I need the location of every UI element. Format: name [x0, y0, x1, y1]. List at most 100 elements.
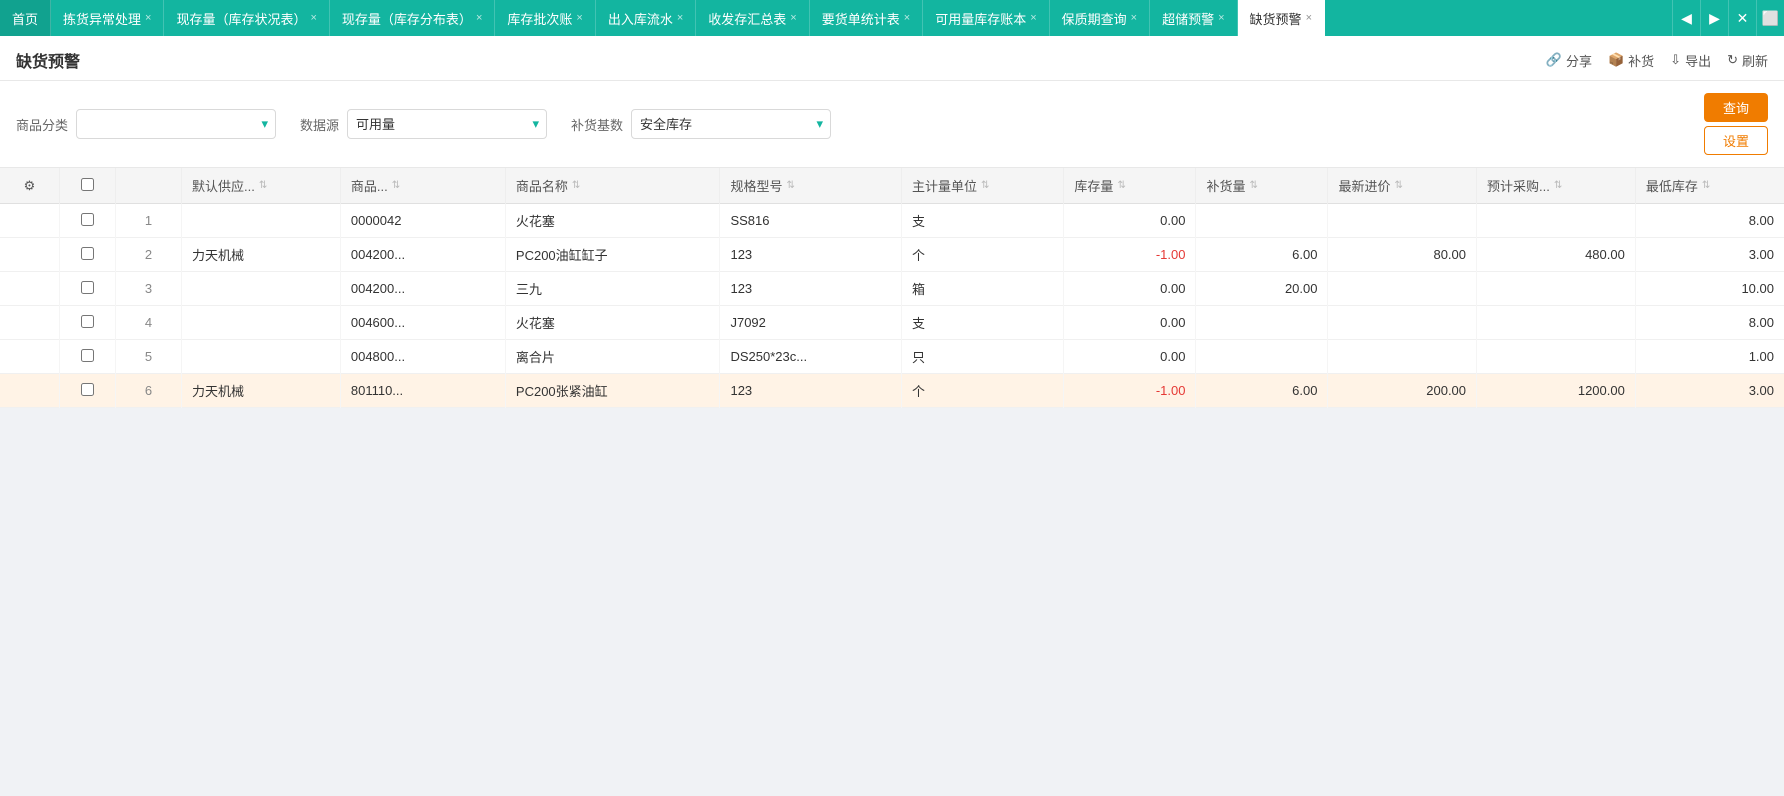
table-row[interactable]: 5 004800... 离合片 DS250*23c... 只 0.00 1.00 [0, 340, 1784, 374]
th-forecast[interactable]: 预计采购... ⇅ [1477, 168, 1636, 204]
table-row[interactable]: 4 004600... 火花塞 J7092 支 0.00 8.00 [0, 306, 1784, 340]
row-checkbox[interactable] [81, 213, 94, 226]
row-lastprice-cell [1328, 272, 1477, 306]
export-label: 导出 [1685, 51, 1711, 70]
row-checkbox[interactable] [81, 349, 94, 362]
tab-next-button[interactable]: ▶ [1700, 0, 1728, 36]
row-num-cell: 1 [116, 204, 182, 238]
th-unit[interactable]: 主计量单位 ⇅ [902, 168, 1064, 204]
datasource-select[interactable]: 可用量 [347, 109, 547, 139]
row-checkbox[interactable] [81, 247, 94, 260]
tab-collect[interactable]: 收发存汇总表 × [696, 0, 809, 36]
tab-flow-close[interactable]: × [677, 12, 683, 24]
tab-maximize-button[interactable]: ⬜ [1756, 0, 1784, 36]
share-button[interactable]: 🔗 分享 [1546, 51, 1592, 70]
refresh-button[interactable]: ↻ 刷新 [1727, 51, 1768, 70]
row-stock-cell: -1.00 [1064, 374, 1196, 408]
tab-bar: 首页 拣货异常处理 × 现存量（库存状况表） × 现存量（库存分布表） × 库存… [0, 0, 1784, 36]
row-replenish-cell [1196, 204, 1328, 238]
row-checkbox[interactable] [81, 281, 94, 294]
page-title: 缺货预警 [16, 48, 80, 72]
row-goodsid-cell: 004800... [340, 340, 505, 374]
th-supplier[interactable]: 默认供应... ⇅ [182, 168, 341, 204]
th-gear[interactable]: ⚙ [0, 168, 59, 204]
tab-batch-account[interactable]: 库存批次账 × [495, 0, 595, 36]
row-spec-cell: SS816 [720, 204, 902, 238]
tab-collect-close[interactable]: × [790, 12, 796, 24]
th-stock-label: 库存量 [1074, 176, 1113, 195]
tab-flow[interactable]: 出入库流水 × [596, 0, 696, 36]
th-lastprice[interactable]: 最新进价 ⇅ [1328, 168, 1477, 204]
th-replenish[interactable]: 补货量 ⇅ [1196, 168, 1328, 204]
th-goodsid[interactable]: 商品... ⇅ [340, 168, 505, 204]
row-minstock-cell: 3.00 [1635, 374, 1784, 408]
row-checkbox-cell[interactable] [59, 340, 115, 374]
category-select[interactable] [76, 109, 276, 139]
table-row[interactable]: 2 力天机械 004200... PC200油缸缸子 123 个 -1.00 6… [0, 238, 1784, 272]
table-row[interactable]: 6 力天机械 801110... PC200张紧油缸 123 个 -1.00 6… [0, 374, 1784, 408]
export-icon: ⇩ [1670, 52, 1681, 68]
tab-overstock[interactable]: 超储预警 × [1150, 0, 1237, 36]
row-minstock-cell: 8.00 [1635, 204, 1784, 238]
goodsid-sort-icon: ⇅ [392, 180, 400, 191]
tab-close-window-button[interactable]: ✕ [1728, 0, 1756, 36]
row-checkbox[interactable] [81, 315, 94, 328]
export-button[interactable]: ⇩ 导出 [1670, 51, 1711, 70]
th-spec[interactable]: 规格型号 ⇅ [720, 168, 902, 204]
row-stock-cell: 0.00 [1064, 272, 1196, 306]
tab-prev-button[interactable]: ◀ [1672, 0, 1700, 36]
th-goodsname[interactable]: 商品名称 ⇅ [505, 168, 720, 204]
th-replenish-label: 补货量 [1206, 176, 1245, 195]
row-forecast-cell: 480.00 [1477, 238, 1636, 272]
tab-expiry[interactable]: 保质期查询 × [1050, 0, 1150, 36]
tab-exception[interactable]: 拣货异常处理 × [51, 0, 164, 36]
tab-shortage[interactable]: 缺货预警 × [1238, 0, 1325, 36]
row-stock-cell: 0.00 [1064, 340, 1196, 374]
tab-shortage-close[interactable]: × [1306, 12, 1312, 24]
row-checkbox[interactable] [81, 383, 94, 396]
th-stock[interactable]: 库存量 ⇅ [1064, 168, 1196, 204]
row-checkbox-cell[interactable] [59, 272, 115, 306]
tab-exception-close[interactable]: × [145, 12, 151, 24]
row-unit-cell: 个 [902, 374, 1064, 408]
replenish-button[interactable]: 📦 补货 [1608, 51, 1654, 70]
tab-available-close[interactable]: × [1030, 12, 1036, 24]
tab-inventory-dist-close[interactable]: × [476, 12, 482, 24]
th-checkbox[interactable] [59, 168, 115, 204]
stock-sort-icon: ⇅ [1117, 180, 1125, 191]
row-forecast-cell [1477, 306, 1636, 340]
select-all-checkbox[interactable] [81, 178, 94, 191]
row-replenish-cell: 6.00 [1196, 238, 1328, 272]
tab-demand-stat[interactable]: 要货单统计表 × [810, 0, 923, 36]
tab-inventory-dist[interactable]: 现存量（库存分布表） × [330, 0, 495, 36]
row-checkbox-cell[interactable] [59, 306, 115, 340]
tab-exception-label: 拣货异常处理 [63, 9, 141, 28]
share-label: 分享 [1566, 51, 1592, 70]
table-row[interactable]: 1 0000042 火花塞 SS816 支 0.00 8.00 [0, 204, 1784, 238]
replenish-label: 补货 [1628, 51, 1654, 70]
tab-home[interactable]: 首页 [0, 0, 51, 36]
unit-sort-icon: ⇅ [981, 180, 989, 191]
row-gear-cell [0, 340, 59, 374]
tab-batch-account-close[interactable]: × [576, 12, 582, 24]
row-checkbox-cell[interactable] [59, 204, 115, 238]
query-button[interactable]: 查询 [1704, 93, 1768, 122]
th-num [116, 168, 182, 204]
tab-expiry-close[interactable]: × [1131, 12, 1137, 24]
row-goodsid-cell: 004600... [340, 306, 505, 340]
table-row[interactable]: 3 004200... 三九 123 箱 0.00 20.00 10.00 [0, 272, 1784, 306]
table-container: ⚙ 默认供应... ⇅ 商品... [0, 168, 1784, 408]
tab-available[interactable]: 可用量库存账本 × [923, 0, 1049, 36]
row-stock-cell: -1.00 [1064, 238, 1196, 272]
tab-overstock-close[interactable]: × [1218, 12, 1224, 24]
replenish-base-select[interactable]: 安全库存 [631, 109, 831, 139]
tab-inventory-status[interactable]: 现存量（库存状况表） × [164, 0, 329, 36]
settings-button[interactable]: 设置 [1704, 126, 1768, 155]
tab-demand-stat-close[interactable]: × [904, 12, 910, 24]
tab-inventory-status-close[interactable]: × [310, 12, 316, 24]
row-supplier-cell [182, 272, 341, 306]
row-checkbox-cell[interactable] [59, 238, 115, 272]
th-spec-label: 规格型号 [730, 176, 782, 195]
row-checkbox-cell[interactable] [59, 374, 115, 408]
th-minstock[interactable]: 最低库存 ⇅ [1635, 168, 1784, 204]
